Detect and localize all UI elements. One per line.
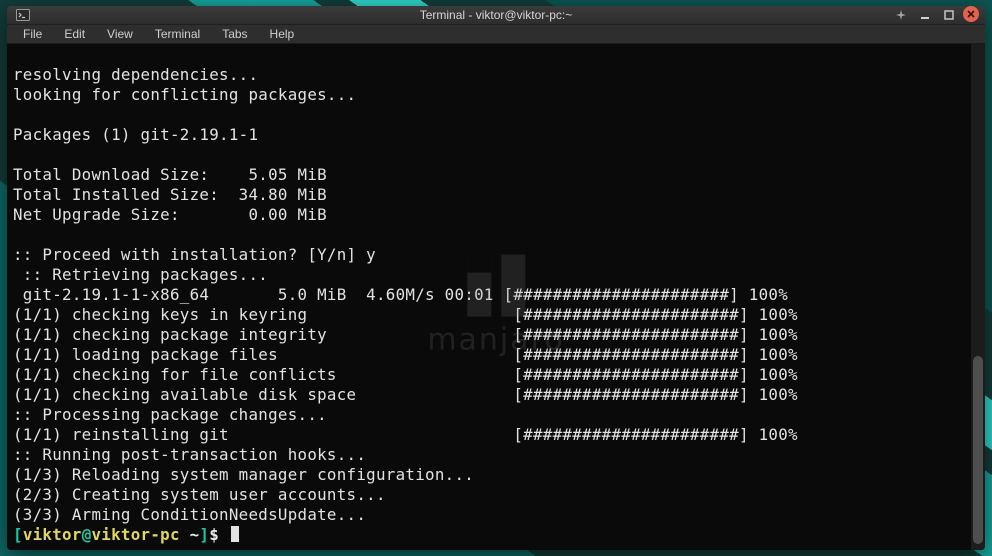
terminal-icon [15,7,31,23]
scroll-thumb[interactable] [973,356,983,543]
terminal-output[interactable]: resolving dependencies... looking for co… [7,60,971,549]
menu-edit[interactable]: Edit [54,25,95,43]
minimize-button[interactable] [915,6,935,24]
menu-file[interactable]: File [13,25,52,43]
shell-prompt[interactable]: [viktor@viktor-pc ~]$ [13,525,239,544]
titlebar[interactable]: Terminal - viktor@viktor-pc:~ [7,6,985,25]
menubar: File Edit View Terminal Tabs Help [7,25,985,44]
menu-view[interactable]: View [97,25,143,43]
maximize-button[interactable] [939,6,959,24]
menu-help[interactable]: Help [260,25,305,43]
pin-button[interactable] [891,6,911,24]
menu-terminal[interactable]: Terminal [145,25,210,43]
scrollbar[interactable] [971,44,985,550]
menu-tabs[interactable]: Tabs [212,25,257,43]
close-button[interactable] [963,6,979,22]
terminal-window: Terminal - viktor@viktor-pc:~ File Edit … [7,6,985,550]
text-cursor [231,526,239,542]
window-title: Terminal - viktor@viktor-pc:~ [7,8,985,22]
